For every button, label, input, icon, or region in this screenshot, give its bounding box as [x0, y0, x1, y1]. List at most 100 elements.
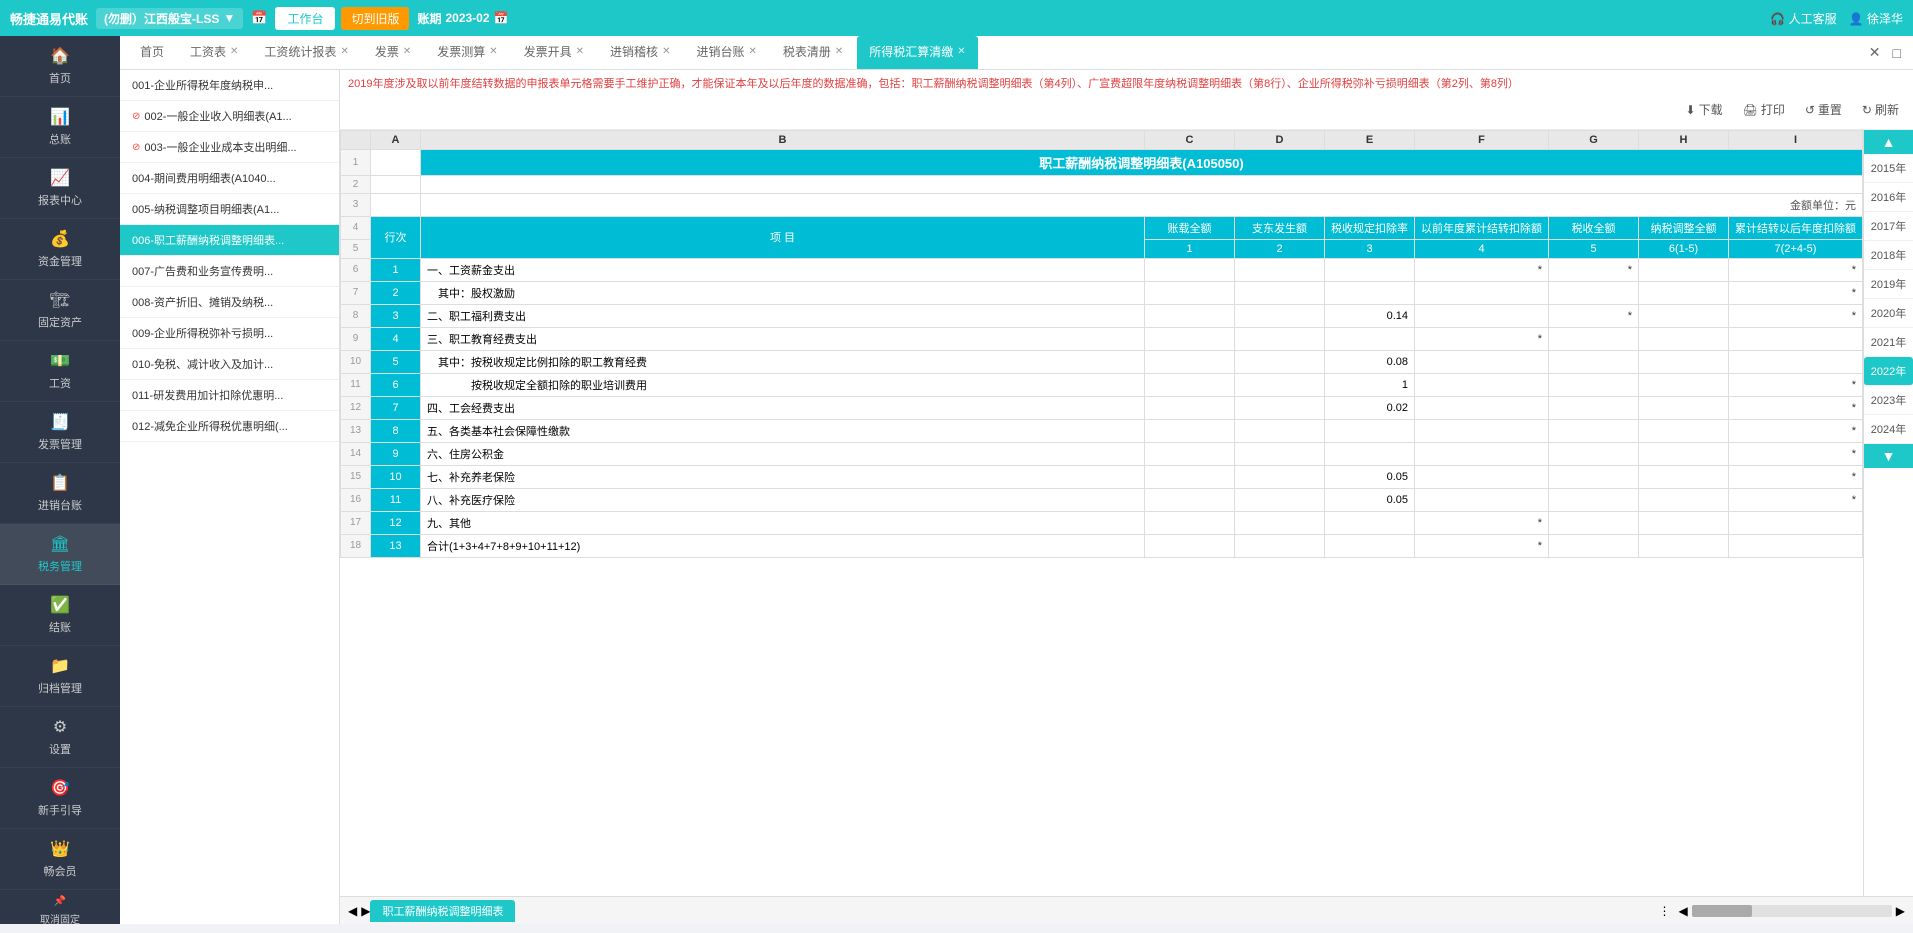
header-h: 纳税调整全额 — [1639, 216, 1729, 239]
col-e-header: E — [1325, 130, 1415, 149]
item-3: 二、职工福利费支出 — [421, 304, 1145, 327]
year-down-button[interactable]: ▼ — [1864, 444, 1913, 468]
top-bar-left: 畅捷通易代账 (勿删）江西般宝-LSS ▼ 📅 工作台 切到旧版 账期 2023… — [10, 7, 508, 30]
sheet-bottom-bar: ◀ ▶ 职工薪酬纳税调整明细表 ⋮ ◀ ▶ — [340, 896, 1913, 924]
tab-invoice-issue[interactable]: 发票开具 ✕ — [512, 36, 596, 69]
print-button[interactable]: 🖨 打印 — [1737, 98, 1791, 123]
close-icon[interactable]: ✕ — [835, 46, 843, 57]
doc-item-009[interactable]: 009-企业所得税弥补亏损明... — [120, 318, 339, 349]
doc-item-002[interactable]: ⊘ 002-一般企业收入明细表(A1... — [120, 101, 339, 132]
sidebar-item-close-account[interactable]: ✅ 结账 — [0, 585, 120, 646]
header-index: 行次 — [371, 216, 421, 258]
tab-home[interactable]: 首页 — [128, 36, 176, 69]
tab-salary-table[interactable]: 工资表 ✕ — [178, 36, 250, 69]
data-row-14: 14 9 六、住房公积金 * — [341, 442, 1863, 465]
close-icon[interactable]: ✕ — [403, 46, 411, 57]
scroll-right-icon[interactable]: ▶ — [1896, 904, 1905, 918]
tab-invoice[interactable]: 发票 ✕ — [363, 36, 423, 69]
year-2022[interactable]: 2022年 — [1864, 357, 1913, 386]
year-2021[interactable]: 2021年 — [1864, 328, 1913, 357]
header-c: 账载全额 — [1145, 216, 1235, 239]
sidebar-label-archive: 归档管理 — [38, 680, 82, 696]
doc-item-011[interactable]: 011-研发费用加计扣除优惠明... — [120, 380, 339, 411]
close-tab-button[interactable]: ✕ — [1865, 40, 1885, 65]
tab-purchase-ledger[interactable]: 进销台账 ✕ — [684, 36, 768, 69]
human-service-btn[interactable]: 🎧 人工客服 — [1770, 10, 1836, 27]
sidebar-item-invoice[interactable]: 🧾 发票管理 — [0, 402, 120, 463]
header-item: 项 目 — [421, 216, 1145, 258]
guide-icon: 🎯 — [50, 778, 70, 798]
nav-right-icon[interactable]: ▶ — [361, 904, 370, 918]
sidebar-item-sales[interactable]: 📋 进销台账 — [0, 463, 120, 524]
assets-icon: 🏗 — [50, 290, 70, 310]
col-num-d: 2 — [1235, 239, 1325, 258]
download-button[interactable]: ⬇ 下载 — [1680, 98, 1729, 123]
year-2020[interactable]: 2020年 — [1864, 299, 1913, 328]
close-icon[interactable]: ✕ — [340, 46, 348, 57]
close-icon[interactable]: ✕ — [748, 46, 756, 57]
year-2019[interactable]: 2019年 — [1864, 270, 1913, 299]
sheet-container[interactable]: A B C D E F G H I — [340, 130, 1863, 896]
year-panel: ▲ 2015年 2016年 2017年 2018年 2019年 2020年 20… — [1863, 130, 1913, 896]
tab-tax-register[interactable]: 税表清册 ✕ — [771, 36, 855, 69]
sidebar-item-guide[interactable]: 🎯 新手引导 — [0, 768, 120, 829]
spreadsheet-table: A B C D E F G H I — [340, 130, 1863, 558]
company-name: (勿删）江西般宝-LSS — [104, 10, 219, 27]
sidebar-item-vip[interactable]: 👑 畅会员 — [0, 829, 120, 890]
sidebar-label-vip: 畅会员 — [44, 863, 77, 879]
doc-item-001[interactable]: 001-企业所得税年度纳税申... — [120, 70, 339, 101]
unpin-button[interactable]: 📌 取消固定 — [0, 890, 120, 933]
close-icon[interactable]: ✕ — [662, 46, 670, 57]
sidebar-item-general-ledger[interactable]: 📊 总账 — [0, 97, 120, 158]
doc-item-004[interactable]: 004-期间费用明细表(A1040... — [120, 163, 339, 194]
workbench-button[interactable]: 工作台 — [275, 7, 335, 30]
close-icon[interactable]: ✕ — [957, 46, 965, 57]
year-2017[interactable]: 2017年 — [1864, 212, 1913, 241]
tab-invoice-calc[interactable]: 发票测算 ✕ — [425, 36, 509, 69]
expand-tab-button[interactable]: □ — [1889, 41, 1905, 65]
tab-purchase-verify[interactable]: 进销稽核 ✕ — [598, 36, 682, 69]
doc-item-006[interactable]: 006-职工薪酬纳税调整明细表... — [120, 225, 339, 256]
doc-item-008[interactable]: 008-资产折旧、摊销及纳税... — [120, 287, 339, 318]
close-icon[interactable]: ✕ — [576, 46, 584, 57]
year-up-button[interactable]: ▲ — [1864, 130, 1913, 154]
item-5: 其中：按税收规定比例扣除的职工教育经费 — [421, 350, 1145, 373]
sidebar-item-finance[interactable]: 💰 资金管理 — [0, 219, 120, 280]
avatar-icon: 👤 — [1849, 12, 1864, 26]
settings-icon: ⚙ — [53, 717, 67, 737]
col-num-i: 7(2+4-5) — [1729, 239, 1863, 258]
sidebar-item-salary[interactable]: 💵 工资 — [0, 341, 120, 402]
doc-item-012[interactable]: 012-减免企业所得税优惠明细(... — [120, 411, 339, 442]
sidebar-item-tax[interactable]: 🏛 税务管理 — [0, 524, 120, 585]
index-8: 8 — [371, 419, 421, 442]
tax-icon: 🏛 — [50, 534, 70, 554]
year-2024[interactable]: 2024年 — [1864, 415, 1913, 444]
year-2015[interactable]: 2015年 — [1864, 154, 1913, 183]
sheet-tab[interactable]: 职工薪酬纳税调整明细表 — [370, 900, 515, 922]
sidebar-item-archive[interactable]: 📁 归档管理 — [0, 646, 120, 707]
doc-item-007[interactable]: 007-广告费和业务宣传费明... — [120, 256, 339, 287]
sidebar-item-settings[interactable]: ⚙ 设置 — [0, 707, 120, 768]
close-icon[interactable]: ✕ — [230, 46, 238, 57]
year-2023[interactable]: 2023年 — [1864, 386, 1913, 415]
user-avatar[interactable]: 👤 徐泽华 — [1849, 10, 1903, 27]
doc-item-005[interactable]: 005-纳税调整项目明细表(A1... — [120, 194, 339, 225]
doc-item-010[interactable]: 010-免税、减计收入及加计... — [120, 349, 339, 380]
reset-button[interactable]: ↺ 重置 — [1799, 98, 1848, 123]
refresh-button[interactable]: ↻ 刷新 — [1856, 98, 1905, 123]
close-icon[interactable]: ✕ — [489, 46, 497, 57]
company-selector[interactable]: (勿删）江西般宝-LSS ▼ — [96, 8, 243, 29]
sidebar-item-assets[interactable]: 🏗 固定资产 — [0, 280, 120, 341]
nav-left-icon[interactable]: ◀ — [348, 904, 357, 918]
sidebar-item-home[interactable]: 🏠 首页 — [0, 36, 120, 97]
switch-old-button[interactable]: 切到旧版 — [341, 7, 409, 30]
year-2018[interactable]: 2018年 — [1864, 241, 1913, 270]
data-row-10: 10 5 其中：按税收规定比例扣除的职工教育经费 0.08 — [341, 350, 1863, 373]
more-options-icon[interactable]: ⋮ — [1659, 904, 1671, 918]
scroll-left-icon[interactable]: ◀ — [1679, 904, 1688, 918]
sidebar-item-reports[interactable]: 📈 报表中心 — [0, 158, 120, 219]
tab-tax-settlement[interactable]: 所得税汇算清缴 ✕ — [857, 36, 977, 69]
doc-item-003[interactable]: ⊘ 003-一般企业业成本支出明细... — [120, 132, 339, 163]
year-2016[interactable]: 2016年 — [1864, 183, 1913, 212]
tab-salary-stats[interactable]: 工资统计报表 ✕ — [252, 36, 360, 69]
